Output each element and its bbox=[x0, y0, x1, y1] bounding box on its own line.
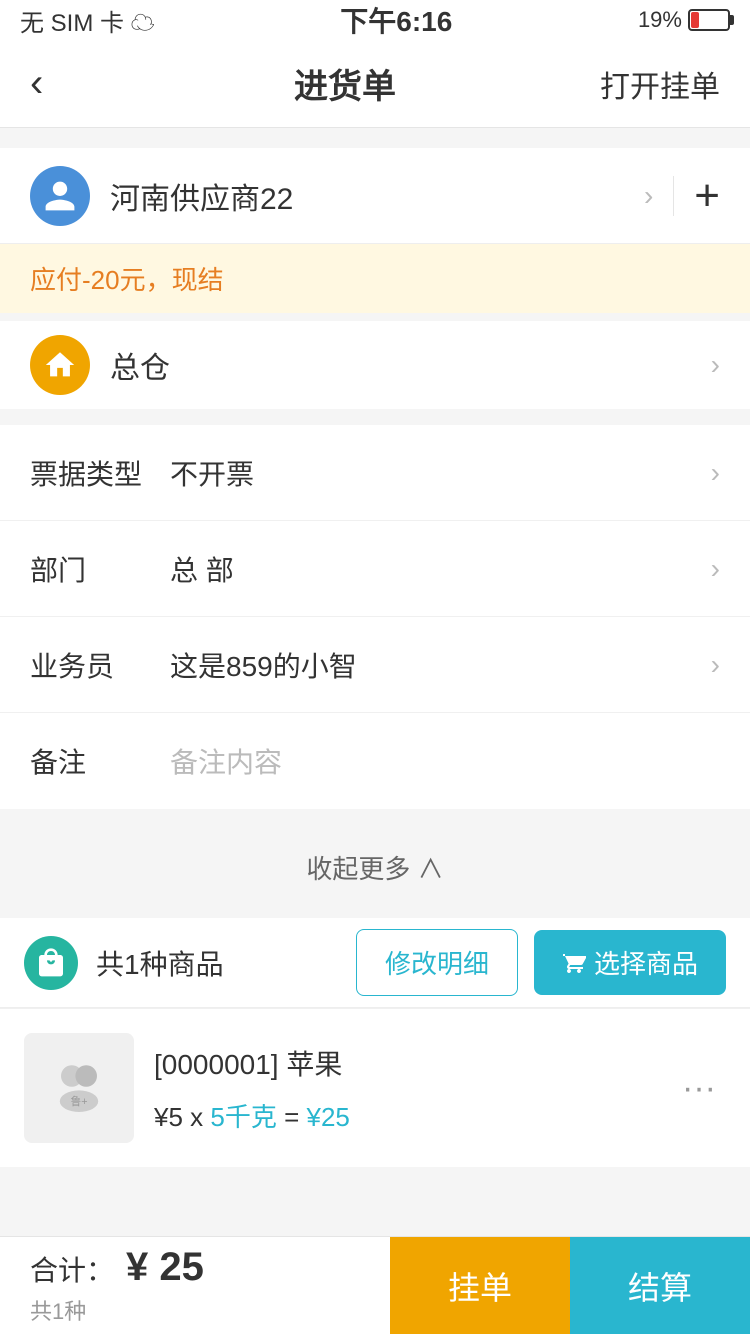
ticket-type-value: 不开票 bbox=[170, 453, 711, 493]
shopping-bag-icon bbox=[35, 947, 67, 979]
remark-label: 备注 bbox=[30, 741, 170, 781]
chevron-right-icon-4: › bbox=[711, 553, 720, 585]
open-hang-button[interactable]: 打开挂单 bbox=[600, 62, 720, 106]
status-time: 下午6:16 bbox=[340, 0, 452, 40]
settle-button[interactable]: 结算 bbox=[570, 1237, 750, 1334]
total-sub: 共1种 bbox=[30, 1294, 360, 1326]
select-product-label: 选择商品 bbox=[594, 944, 698, 981]
chevron-right-icon-2: › bbox=[711, 349, 720, 381]
total-label: 合计： bbox=[30, 1249, 114, 1289]
salesperson-value: 这是859的小智 bbox=[170, 645, 711, 685]
battery-icon bbox=[688, 9, 730, 31]
total-amount: ¥ 25 bbox=[126, 1245, 204, 1290]
product-thumbnail: 鲁+ bbox=[24, 1033, 134, 1143]
section-gap-1 bbox=[0, 128, 750, 148]
status-right: 19% bbox=[638, 7, 730, 33]
supplier-name: 河南供应商22 bbox=[110, 174, 644, 218]
price-qty: 5千克 bbox=[210, 1102, 276, 1132]
hang-order-button[interactable]: 挂单 bbox=[390, 1237, 570, 1334]
product-name: [0000001] 苹果 bbox=[154, 1043, 672, 1083]
warehouse-name: 总仓 bbox=[110, 343, 711, 387]
modify-detail-button[interactable]: 修改明细 bbox=[356, 929, 518, 996]
department-row[interactable]: 部门 总 部 › bbox=[0, 521, 750, 617]
page-title: 进货单 bbox=[294, 59, 396, 108]
bottom-bar: 合计： ¥ 25 共1种 挂单 结算 bbox=[0, 1236, 750, 1334]
supplier-avatar bbox=[30, 166, 90, 226]
products-count: 共1种商品 bbox=[96, 943, 356, 983]
remark-row[interactable]: 备注 备注内容 bbox=[0, 713, 750, 809]
remark-value[interactable]: 备注内容 bbox=[170, 741, 720, 781]
bottom-total: 合计： ¥ 25 共1种 bbox=[0, 1237, 390, 1334]
price-eq: = bbox=[277, 1102, 307, 1132]
total-row: 合计： ¥ 25 bbox=[30, 1245, 360, 1290]
product-info: [0000001] 苹果 ¥5 x 5千克 = ¥25 bbox=[154, 1043, 672, 1134]
form-section: 票据类型 不开票 › 部门 总 部 › 业务员 这是859的小智 › 备注 备注… bbox=[0, 425, 750, 809]
product-price: ¥5 x 5千克 = ¥25 bbox=[154, 1097, 672, 1134]
supplier-section: 河南供应商22 › + 应付-20元，现结 bbox=[0, 148, 750, 313]
battery-percent: 19% bbox=[638, 7, 682, 33]
supplier-divider bbox=[673, 176, 674, 216]
warehouse-row[interactable]: 总仓 › bbox=[0, 313, 750, 409]
ticket-type-label: 票据类型 bbox=[30, 453, 170, 493]
user-icon bbox=[42, 178, 78, 214]
nav-bar: ‹ 进货单 打开挂单 bbox=[0, 40, 750, 128]
products-icon bbox=[24, 936, 78, 990]
select-product-button[interactable]: 选择商品 bbox=[534, 930, 726, 995]
svg-text:鲁+: 鲁+ bbox=[70, 1094, 87, 1108]
warehouse-icon bbox=[30, 335, 90, 395]
department-label: 部门 bbox=[30, 549, 170, 589]
status-bar: 无 SIM 卡 ☁ 下午6:16 19% bbox=[0, 0, 750, 40]
collapse-button[interactable]: 收起更多 ∧ bbox=[0, 825, 750, 910]
salesperson-label: 业务员 bbox=[30, 645, 170, 685]
salesperson-row[interactable]: 业务员 这是859的小智 › bbox=[0, 617, 750, 713]
status-left: 无 SIM 卡 ☁ bbox=[20, 3, 155, 38]
chevron-right-icon: › bbox=[644, 180, 653, 212]
back-button[interactable]: ‹ bbox=[30, 61, 90, 106]
price-unit: ¥5 x bbox=[154, 1102, 210, 1132]
sim-label: 无 SIM 卡 ☁ bbox=[20, 3, 155, 38]
products-header: 共1种商品 修改明细 选择商品 bbox=[0, 918, 750, 1008]
price-total: ¥25 bbox=[306, 1102, 349, 1132]
ticket-type-row[interactable]: 票据类型 不开票 › bbox=[0, 425, 750, 521]
department-value: 总 部 bbox=[170, 549, 711, 589]
supplier-alert: 应付-20元，现结 bbox=[0, 244, 750, 313]
add-supplier-button[interactable]: + bbox=[694, 174, 720, 218]
supplier-row[interactable]: 河南供应商22 › + bbox=[0, 148, 750, 244]
chevron-right-icon-5: › bbox=[711, 649, 720, 681]
chevron-right-icon-3: › bbox=[711, 457, 720, 489]
product-item: 鲁+ [0000001] 苹果 ¥5 x 5千克 = ¥25 ··· bbox=[0, 1008, 750, 1167]
home-icon bbox=[43, 348, 77, 382]
cart-icon bbox=[562, 951, 586, 975]
product-image-icon: 鲁+ bbox=[49, 1058, 109, 1118]
product-more-button[interactable]: ··· bbox=[672, 1059, 726, 1118]
